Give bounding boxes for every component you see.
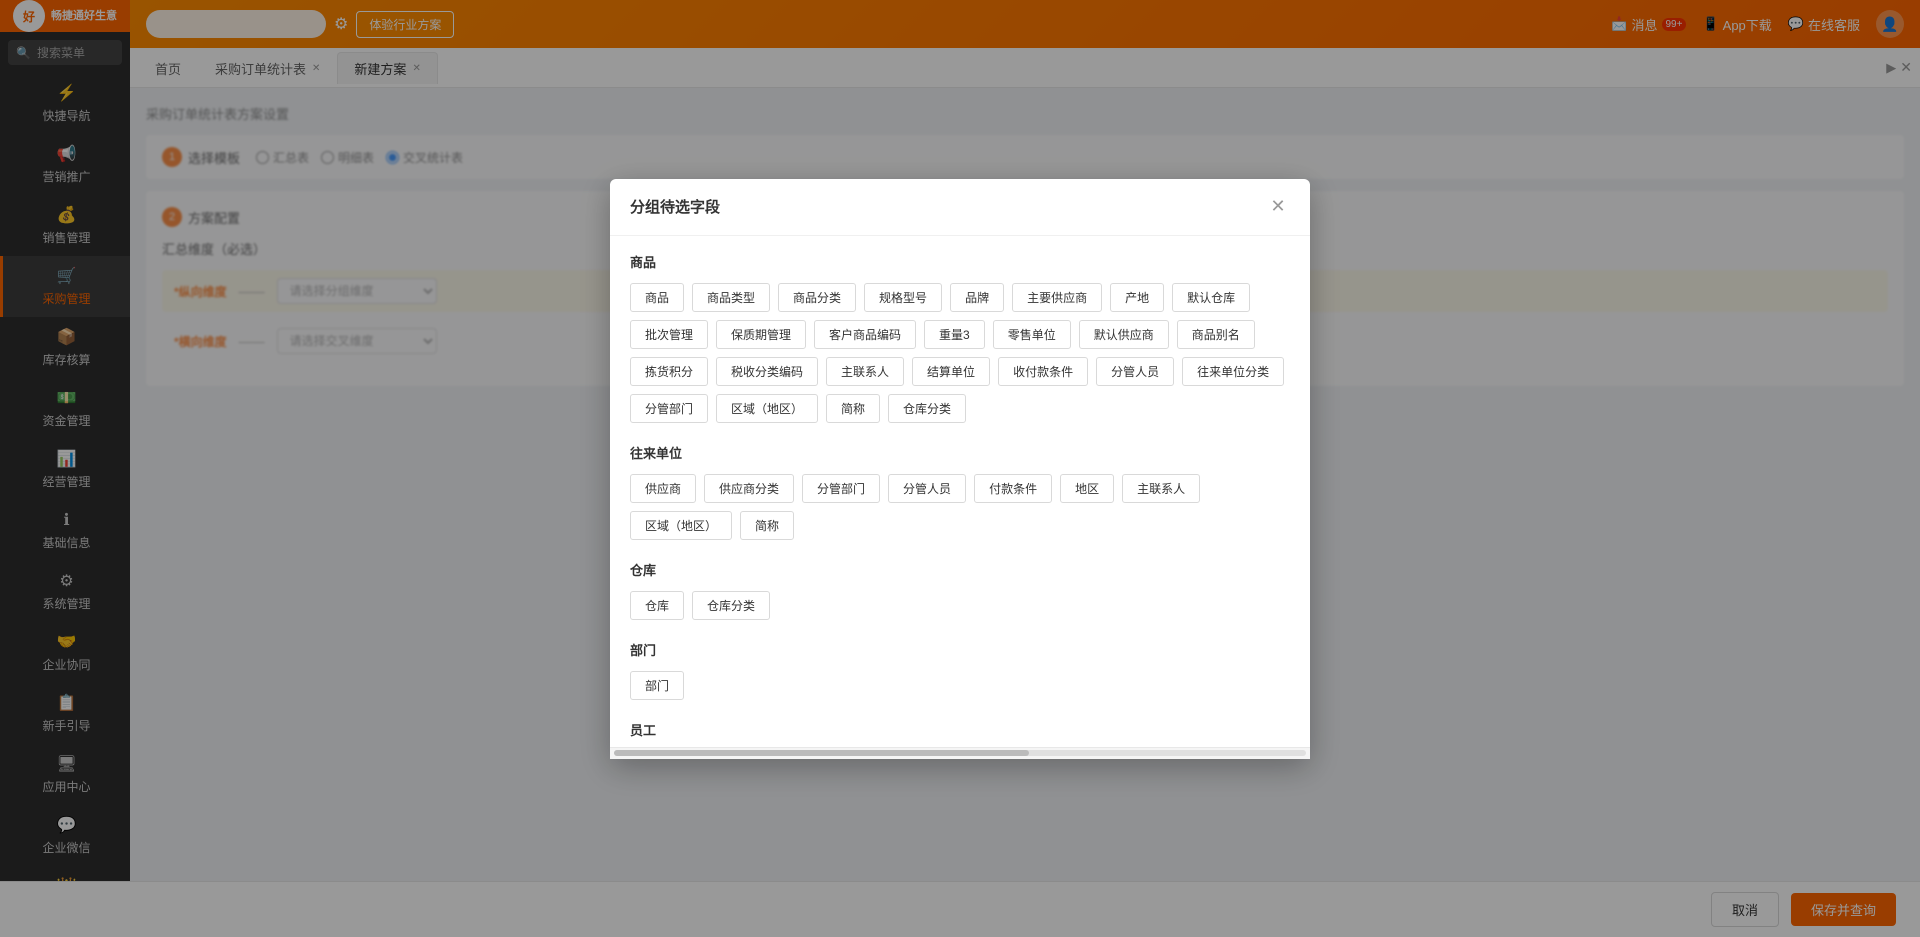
modal-horizontal-scrollbar[interactable] — [610, 747, 1310, 759]
field-tag-counterpart-3[interactable]: 分管人员 — [888, 474, 966, 503]
field-tag-goods-23[interactable]: 区域（地区） — [716, 394, 818, 423]
field-grid-department: 部门 — [630, 671, 1290, 700]
field-tag-goods-18[interactable]: 结算单位 — [912, 357, 990, 386]
modal: 分组待选字段 ✕ 商品商品商品类型商品分类规格型号品牌主要供应商产地默认仓库批次… — [610, 179, 1310, 759]
field-tag-goods-24[interactable]: 简称 — [826, 394, 880, 423]
section-title-department: 部门 — [630, 640, 1290, 659]
field-tag-counterpart-5[interactable]: 地区 — [1060, 474, 1114, 503]
field-tag-warehouse-0[interactable]: 仓库 — [630, 591, 684, 620]
field-tag-goods-2[interactable]: 商品分类 — [778, 283, 856, 312]
field-tag-counterpart-6[interactable]: 主联系人 — [1122, 474, 1200, 503]
field-tag-goods-17[interactable]: 主联系人 — [826, 357, 904, 386]
section-title-employee: 员工 — [630, 720, 1290, 739]
field-tag-goods-19[interactable]: 收付款条件 — [998, 357, 1088, 386]
field-tag-goods-11[interactable]: 重量3 — [924, 320, 985, 349]
field-tag-goods-7[interactable]: 默认仓库 — [1172, 283, 1250, 312]
field-tag-counterpart-1[interactable]: 供应商分类 — [704, 474, 794, 503]
field-tag-goods-1[interactable]: 商品类型 — [692, 283, 770, 312]
field-tag-goods-20[interactable]: 分管人员 — [1096, 357, 1174, 386]
field-tag-goods-21[interactable]: 往来单位分类 — [1182, 357, 1284, 386]
modal-title: 分组待选字段 — [630, 196, 720, 217]
field-tag-warehouse-1[interactable]: 仓库分类 — [692, 591, 770, 620]
field-tag-goods-10[interactable]: 客户商品编码 — [814, 320, 916, 349]
section-title-counterpart: 往来单位 — [630, 443, 1290, 462]
hscroll-thumb — [614, 750, 1029, 756]
section-title-warehouse: 仓库 — [630, 560, 1290, 579]
field-tag-goods-9[interactable]: 保质期管理 — [716, 320, 806, 349]
field-tag-goods-8[interactable]: 批次管理 — [630, 320, 708, 349]
section-goods: 商品商品商品类型商品分类规格型号品牌主要供应商产地默认仓库批次管理保质期管理客户… — [630, 252, 1290, 423]
field-tag-counterpart-0[interactable]: 供应商 — [630, 474, 696, 503]
field-grid-warehouse: 仓库仓库分类 — [630, 591, 1290, 620]
hscroll-track — [614, 750, 1306, 756]
field-tag-goods-16[interactable]: 税收分类编码 — [716, 357, 818, 386]
field-tag-counterpart-4[interactable]: 付款条件 — [974, 474, 1052, 503]
field-tag-goods-4[interactable]: 品牌 — [950, 283, 1004, 312]
modal-body[interactable]: 商品商品商品类型商品分类规格型号品牌主要供应商产地默认仓库批次管理保质期管理客户… — [610, 236, 1310, 747]
field-tag-goods-6[interactable]: 产地 — [1110, 283, 1164, 312]
section-warehouse: 仓库仓库仓库分类 — [630, 560, 1290, 620]
field-tag-goods-5[interactable]: 主要供应商 — [1012, 283, 1102, 312]
field-tag-counterpart-7[interactable]: 区域（地区） — [630, 511, 732, 540]
field-tag-department-0[interactable]: 部门 — [630, 671, 684, 700]
field-tag-goods-12[interactable]: 零售单位 — [993, 320, 1071, 349]
section-counterpart: 往来单位供应商供应商分类分管部门分管人员付款条件地区主联系人区域（地区） 简称 — [630, 443, 1290, 540]
section-department: 部门部门 — [630, 640, 1290, 700]
field-grid-counterpart: 供应商供应商分类分管部门分管人员付款条件地区主联系人区域（地区） 简称 — [630, 474, 1290, 540]
field-tag-goods-14[interactable]: 商品别名 — [1177, 320, 1255, 349]
section-employee: 员工业务员 — [630, 720, 1290, 747]
field-tag-goods-25[interactable]: 仓库分类 — [888, 394, 966, 423]
modal-close-btn[interactable]: ✕ — [1266, 195, 1290, 219]
field-tag-goods-15[interactable]: 拣货积分 — [630, 357, 708, 386]
field-tag-goods-0[interactable]: 商品 — [630, 283, 684, 312]
section-title-goods: 商品 — [630, 252, 1290, 271]
field-tag-counterpart-8[interactable]: 简称 — [740, 511, 794, 540]
field-tag-goods-22[interactable]: 分管部门 — [630, 394, 708, 423]
field-grid-goods: 商品商品类型商品分类规格型号品牌主要供应商产地默认仓库批次管理保质期管理客户商品… — [630, 283, 1290, 423]
modal-header: 分组待选字段 ✕ — [610, 179, 1310, 236]
modal-overlay: 分组待选字段 ✕ 商品商品商品类型商品分类规格型号品牌主要供应商产地默认仓库批次… — [0, 0, 1920, 937]
field-tag-goods-13[interactable]: 默认供应商 — [1079, 320, 1169, 349]
field-tag-goods-3[interactable]: 规格型号 — [864, 283, 942, 312]
field-tag-counterpart-2[interactable]: 分管部门 — [802, 474, 880, 503]
